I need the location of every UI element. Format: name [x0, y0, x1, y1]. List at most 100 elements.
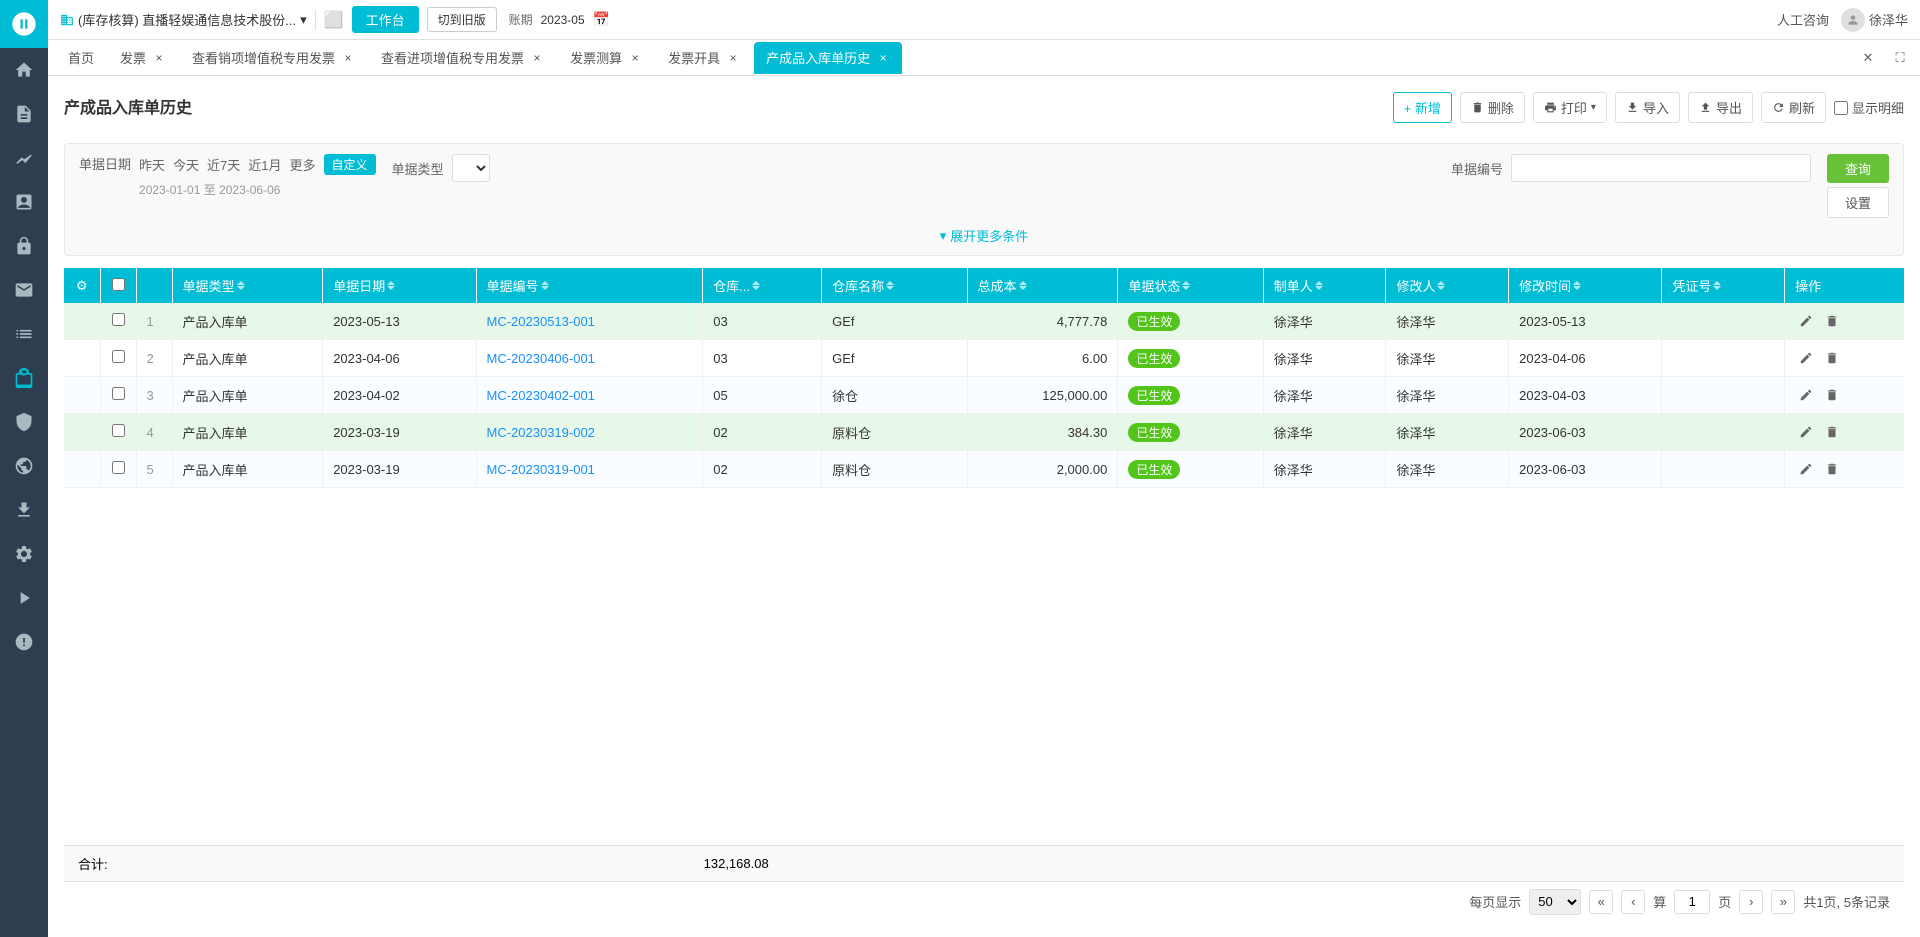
tab-invoice-calc[interactable]: 发票测算 ×	[558, 42, 654, 74]
sidebar-item-chart[interactable]	[0, 136, 48, 180]
sidebar-item-report[interactable]	[0, 180, 48, 224]
set-button[interactable]: 设置	[1827, 187, 1889, 218]
tab-product-inbound[interactable]: 产成品入库单历史 ×	[754, 42, 902, 74]
sidebar-item-home[interactable]	[0, 48, 48, 92]
sort-status-icon[interactable]	[1182, 281, 1190, 290]
th-modifier: 修改人	[1386, 268, 1509, 303]
tab-invoice-calc-close[interactable]: ×	[628, 51, 642, 65]
close-all-tabs-button[interactable]: ✕	[1856, 46, 1880, 70]
support-label[interactable]: 人工咨询	[1777, 10, 1829, 29]
tab-home[interactable]: 首页	[56, 42, 106, 74]
switch-version-button[interactable]: 切到旧版	[427, 7, 497, 32]
tab-invoice-issue-close[interactable]: ×	[726, 51, 740, 65]
sidebar-item-lock[interactable]	[0, 224, 48, 268]
doc-num-link-0[interactable]: MC-20230513-001	[487, 314, 595, 329]
filter-docnum-input[interactable]	[1511, 154, 1811, 182]
per-page-select[interactable]: 50 100	[1529, 889, 1581, 915]
company-selector[interactable]: (库存核算) 直播轻娱通信息技术股份... ▾	[60, 10, 307, 29]
user-menu[interactable]: 徐泽华	[1841, 8, 1908, 32]
edit-btn-2[interactable]	[1795, 384, 1817, 406]
row-checkbox-4[interactable]	[112, 461, 125, 474]
sidebar-item-download[interactable]	[0, 488, 48, 532]
sort-modifier-icon[interactable]	[1437, 281, 1445, 290]
sort-whcode-icon[interactable]	[752, 281, 760, 290]
sidebar-item-play[interactable]	[0, 576, 48, 620]
tab-product-inbound-close[interactable]: ×	[876, 51, 890, 65]
filter-date-more[interactable]: 更多	[290, 155, 316, 174]
sidebar-item-version[interactable]	[0, 620, 48, 664]
show-detail-checkbox[interactable]	[1834, 101, 1848, 115]
sort-whname-icon[interactable]	[886, 281, 894, 290]
td-actions-4	[1785, 451, 1904, 488]
filter-expand-button[interactable]: ▾ 展开更多条件	[940, 226, 1029, 245]
tab-invoice-close[interactable]: ×	[152, 51, 166, 65]
query-button[interactable]: 查询	[1827, 154, 1889, 183]
row-checkbox-0[interactable]	[112, 313, 125, 326]
sidebar-item-mail[interactable]	[0, 268, 48, 312]
tab-invoice-issue[interactable]: 发票开具 ×	[656, 42, 752, 74]
maximize-tab-button[interactable]: ⛶	[1888, 46, 1912, 70]
delete-btn-1[interactable]	[1821, 347, 1843, 369]
first-page-btn[interactable]: «	[1589, 890, 1613, 914]
tab-check-purchase-close[interactable]: ×	[530, 51, 544, 65]
row-checkbox-1[interactable]	[112, 350, 125, 363]
delete-btn-2[interactable]	[1821, 384, 1843, 406]
sort-modtime-icon[interactable]	[1573, 281, 1581, 290]
td-actions-2	[1785, 377, 1904, 414]
filter-date-custom[interactable]: 自定义	[324, 154, 376, 175]
sidebar-item-list[interactable]	[0, 312, 48, 356]
filter-date-yesterday[interactable]: 昨天	[139, 155, 165, 174]
export-button[interactable]: 导出	[1688, 92, 1753, 123]
edit-btn-1[interactable]	[1795, 347, 1817, 369]
doc-num-link-4[interactable]: MC-20230319-001	[487, 462, 595, 477]
select-all-checkbox[interactable]	[112, 278, 125, 291]
last-page-btn[interactable]: »	[1771, 890, 1795, 914]
workbench-button[interactable]: 工作台	[352, 6, 419, 33]
delete-btn-0[interactable]	[1821, 310, 1843, 332]
refresh-button[interactable]: 刷新	[1761, 92, 1826, 123]
current-page-input[interactable]: 1	[1674, 890, 1710, 914]
delete-btn-3[interactable]	[1821, 421, 1843, 443]
sidebar-item-globe[interactable]	[0, 444, 48, 488]
sidebar-item-settings[interactable]	[0, 532, 48, 576]
topbar-divider1	[315, 10, 316, 30]
filter-date-today[interactable]: 今天	[173, 155, 199, 174]
tab-check-purchase-vat[interactable]: 查看进项增值税专用发票 ×	[369, 42, 556, 74]
sidebar-item-inventory[interactable]	[0, 356, 48, 400]
import-button[interactable]: 导入	[1615, 92, 1680, 123]
table-settings-icon[interactable]: ⚙	[76, 278, 88, 293]
print-button[interactable]: 打印 ▾	[1533, 92, 1607, 123]
prev-page-btn[interactable]: ‹	[1621, 890, 1645, 914]
doc-num-link-3[interactable]: MC-20230319-002	[487, 425, 595, 440]
tab-check-sales-vat[interactable]: 查看销项增值税专用发票 ×	[180, 42, 367, 74]
next-page-btn[interactable]: ›	[1739, 890, 1763, 914]
doc-num-link-2[interactable]: MC-20230402-001	[487, 388, 595, 403]
calendar-icon[interactable]: 📅	[593, 11, 610, 28]
edit-btn-3[interactable]	[1795, 421, 1817, 443]
sidebar	[0, 0, 48, 937]
edit-btn-0[interactable]	[1795, 310, 1817, 332]
sort-doctype-icon[interactable]	[237, 281, 245, 290]
sidebar-item-stamp[interactable]	[0, 400, 48, 444]
row-checkbox-2[interactable]	[112, 387, 125, 400]
edit-btn-4[interactable]	[1795, 458, 1817, 480]
filter-doctype-select[interactable]	[452, 154, 490, 182]
sort-cost-icon[interactable]	[1019, 281, 1027, 290]
sort-creator-icon[interactable]	[1315, 281, 1323, 290]
sidebar-item-doc[interactable]	[0, 92, 48, 136]
tab-invoice[interactable]: 发票 ×	[108, 42, 178, 74]
delete-btn-4[interactable]	[1821, 458, 1843, 480]
sort-docnum-icon[interactable]	[541, 281, 549, 290]
sort-voucher-icon[interactable]	[1713, 281, 1721, 290]
row-checkbox-3[interactable]	[112, 424, 125, 437]
document-copy-icon[interactable]: ⬜	[324, 10, 344, 30]
tab-check-sales-close[interactable]: ×	[341, 51, 355, 65]
sort-docdate-icon[interactable]	[387, 281, 395, 290]
new-button[interactable]: + 新增	[1393, 92, 1452, 123]
filter-date-7days[interactable]: 近7天	[207, 155, 240, 174]
topbar: (库存核算) 直播轻娱通信息技术股份... ▾ ⬜ 工作台 切到旧版 账期 20…	[48, 0, 1920, 40]
td-cost-3: 384.30	[967, 414, 1118, 451]
doc-num-link-1[interactable]: MC-20230406-001	[487, 351, 595, 366]
filter-date-1month[interactable]: 近1月	[248, 155, 281, 174]
delete-button[interactable]: 删除	[1460, 92, 1525, 123]
